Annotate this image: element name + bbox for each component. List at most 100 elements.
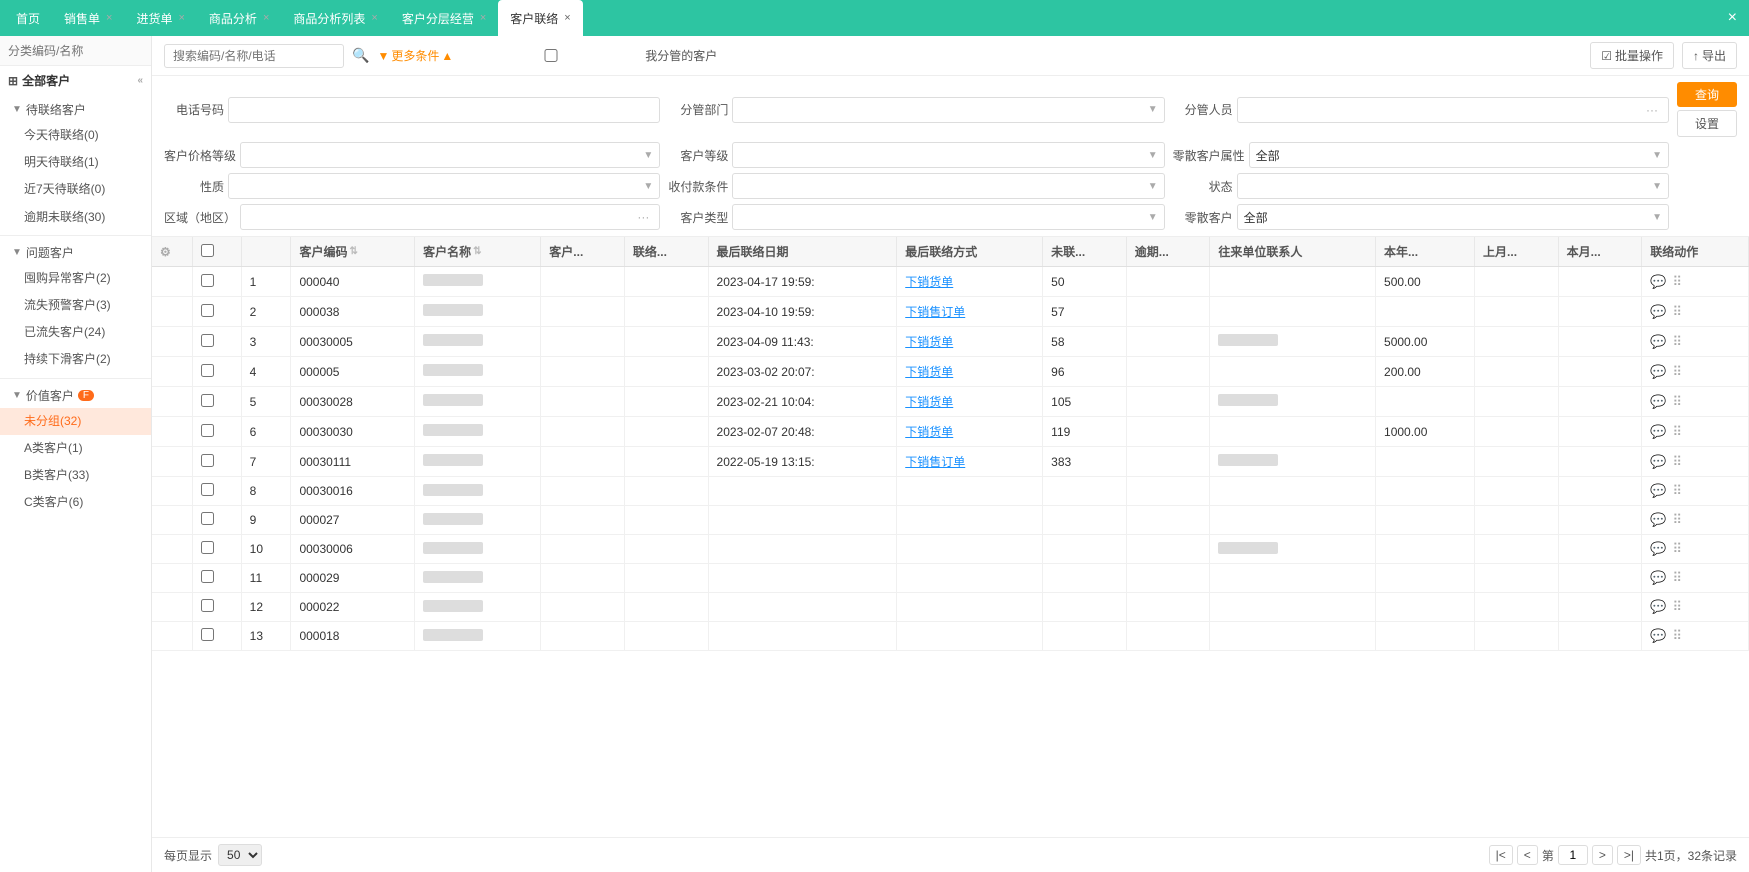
chat-icon[interactable]: 💬	[1650, 304, 1666, 320]
tab-customer-segment[interactable]: 客户分层经营 ×	[390, 0, 498, 36]
col-not-contacted-th[interactable]: 未联...	[1043, 237, 1127, 267]
row-checkbox[interactable]	[201, 599, 214, 612]
col-checkbox-th[interactable]	[192, 237, 241, 267]
tab-customer-contact[interactable]: 客户联络 ×	[498, 0, 582, 36]
page-size-select[interactable]: 50	[218, 844, 262, 866]
dept-dropdown[interactable]: ▼	[732, 97, 1164, 123]
row-checkbox[interactable]	[201, 541, 214, 554]
contact-method-link[interactable]: 下销货单	[905, 425, 953, 439]
close-purchase-tab[interactable]: ×	[178, 12, 184, 24]
sidebar-search-input[interactable]	[8, 44, 152, 58]
row-checkbox-cell[interactable]	[192, 564, 241, 593]
row-checkbox[interactable]	[201, 364, 214, 377]
search-input[interactable]	[164, 44, 344, 68]
sidebar-problem-title[interactable]: ▼ 问题客户	[0, 240, 151, 265]
row-checkbox[interactable]	[201, 424, 214, 437]
more-action-icon[interactable]: ⠿	[1672, 454, 1682, 470]
batch-operations-button[interactable]: ☑ 批量操作	[1590, 42, 1674, 69]
tab-product-analysis-list[interactable]: 商品分析列表 ×	[281, 0, 389, 36]
row-checkbox[interactable]	[201, 512, 214, 525]
tab-product-analysis[interactable]: 商品分析 ×	[197, 0, 281, 36]
row-checkbox[interactable]	[201, 483, 214, 496]
select-all-checkbox[interactable]	[201, 244, 214, 257]
row-checkbox-cell[interactable]	[192, 417, 241, 447]
sidebar-item-tomorrow-pending[interactable]: 明天待联络(1)	[0, 149, 151, 176]
more-action-icon[interactable]: ⠿	[1672, 394, 1682, 410]
row-checkbox-cell[interactable]	[192, 357, 241, 387]
close-sales-tab[interactable]: ×	[106, 12, 112, 24]
row-checkbox-cell[interactable]	[192, 327, 241, 357]
col-overdue-th[interactable]: 逾期...	[1126, 237, 1210, 267]
sidebar-item-week-pending[interactable]: 近7天待联络(0)	[0, 176, 151, 203]
sidebar-item-churn-warning[interactable]: 流失预警客户(3)	[0, 292, 151, 319]
row-checkbox[interactable]	[201, 394, 214, 407]
status-dropdown[interactable]: ▼	[1237, 173, 1669, 199]
row-checkbox[interactable]	[201, 274, 214, 287]
close-customer-contact-tab[interactable]: ×	[564, 12, 570, 24]
row-checkbox[interactable]	[201, 454, 214, 467]
page-number-input[interactable]	[1558, 845, 1588, 865]
export-button[interactable]: ↑ 导出	[1682, 42, 1737, 69]
contact-method-link[interactable]: 下销货单	[905, 335, 953, 349]
chat-icon[interactable]: 💬	[1650, 454, 1666, 470]
close-all-tabs[interactable]: ×	[1720, 9, 1745, 27]
sidebar-item-churned[interactable]: 已流失客户(24)	[0, 319, 151, 346]
person-dropdown[interactable]: ···	[1237, 97, 1669, 123]
first-page-button[interactable]: |<	[1489, 845, 1513, 865]
row-checkbox-cell[interactable]	[192, 593, 241, 622]
chat-icon[interactable]: 💬	[1650, 628, 1666, 644]
sidebar-item-abnormal[interactable]: 囤购异常客户(2)	[0, 265, 151, 292]
row-checkbox-cell[interactable]	[192, 267, 241, 297]
more-action-icon[interactable]: ⠿	[1672, 304, 1682, 320]
close-product-analysis-list-tab[interactable]: ×	[371, 12, 377, 24]
my-customers-checkbox[interactable]	[461, 49, 641, 62]
chat-icon[interactable]: 💬	[1650, 599, 1666, 615]
contact-method-link[interactable]: 下销售订单	[905, 455, 965, 469]
sidebar-item-class-a[interactable]: A类客户(1)	[0, 435, 151, 462]
retail-customer-dropdown[interactable]: 全部 ▼	[1237, 204, 1669, 230]
more-action-icon[interactable]: ⠿	[1672, 570, 1682, 586]
sidebar-item-today-pending[interactable]: 今天待联络(0)	[0, 122, 151, 149]
sidebar-item-overdue-pending[interactable]: 逾期未联络(30)	[0, 204, 151, 231]
col-this-month-th[interactable]: 本月...	[1558, 237, 1642, 267]
col-type-th[interactable]: 客户...	[541, 237, 625, 267]
chat-icon[interactable]: 💬	[1650, 274, 1666, 290]
customer-type-dropdown[interactable]: ▼	[732, 204, 1164, 230]
col-settings-th[interactable]: ⚙	[152, 237, 192, 267]
prev-page-button[interactable]: <	[1517, 845, 1538, 865]
gender-dropdown[interactable]: ▼	[228, 173, 660, 199]
contact-method-link[interactable]: 下销货单	[905, 275, 953, 289]
sidebar-pending-title[interactable]: ▼ 待联络客户	[0, 97, 151, 122]
col-unit-contact-th[interactable]: 往来单位联系人	[1210, 237, 1376, 267]
row-checkbox-cell[interactable]	[192, 622, 241, 651]
col-code-th[interactable]: 客户编码 ⇅	[291, 237, 415, 267]
more-action-icon[interactable]: ⠿	[1672, 274, 1682, 290]
query-button[interactable]: 查询	[1677, 82, 1737, 107]
close-customer-segment-tab[interactable]: ×	[480, 12, 486, 24]
sidebar-item-ungroup[interactable]: 未分组(32)	[0, 408, 151, 435]
payment-dropdown[interactable]: ▼	[732, 173, 1164, 199]
chat-icon[interactable]: 💬	[1650, 512, 1666, 528]
row-checkbox[interactable]	[201, 628, 214, 641]
retail-attr-dropdown[interactable]: 全部 ▼	[1249, 142, 1669, 168]
close-product-analysis-tab[interactable]: ×	[263, 12, 269, 24]
row-checkbox[interactable]	[201, 570, 214, 583]
more-action-icon[interactable]: ⠿	[1672, 599, 1682, 615]
more-action-icon[interactable]: ⠿	[1672, 628, 1682, 644]
more-action-icon[interactable]: ⠿	[1672, 334, 1682, 350]
more-conditions-button[interactable]: ▼ 更多条件 ▲	[377, 47, 453, 64]
region-dropdown[interactable]: ···	[240, 204, 660, 230]
more-action-icon[interactable]: ⠿	[1672, 512, 1682, 528]
row-checkbox-cell[interactable]	[192, 535, 241, 564]
chat-icon[interactable]: 💬	[1650, 570, 1666, 586]
filter-search-icon[interactable]: 🔍	[352, 47, 369, 64]
sidebar-item-class-c[interactable]: C类客户(6)	[0, 489, 151, 516]
sidebar-value-title[interactable]: ▼ 价值客户 F	[0, 383, 151, 408]
customer-level-dropdown[interactable]: ▼	[732, 142, 1164, 168]
chat-icon[interactable]: 💬	[1650, 424, 1666, 440]
col-last-date-th[interactable]: 最后联络日期	[708, 237, 897, 267]
col-contact-th[interactable]: 联络...	[624, 237, 708, 267]
row-checkbox-cell[interactable]	[192, 297, 241, 327]
chat-icon[interactable]: 💬	[1650, 541, 1666, 557]
my-customers-checkbox-label[interactable]: 我分管的客户	[461, 47, 717, 64]
